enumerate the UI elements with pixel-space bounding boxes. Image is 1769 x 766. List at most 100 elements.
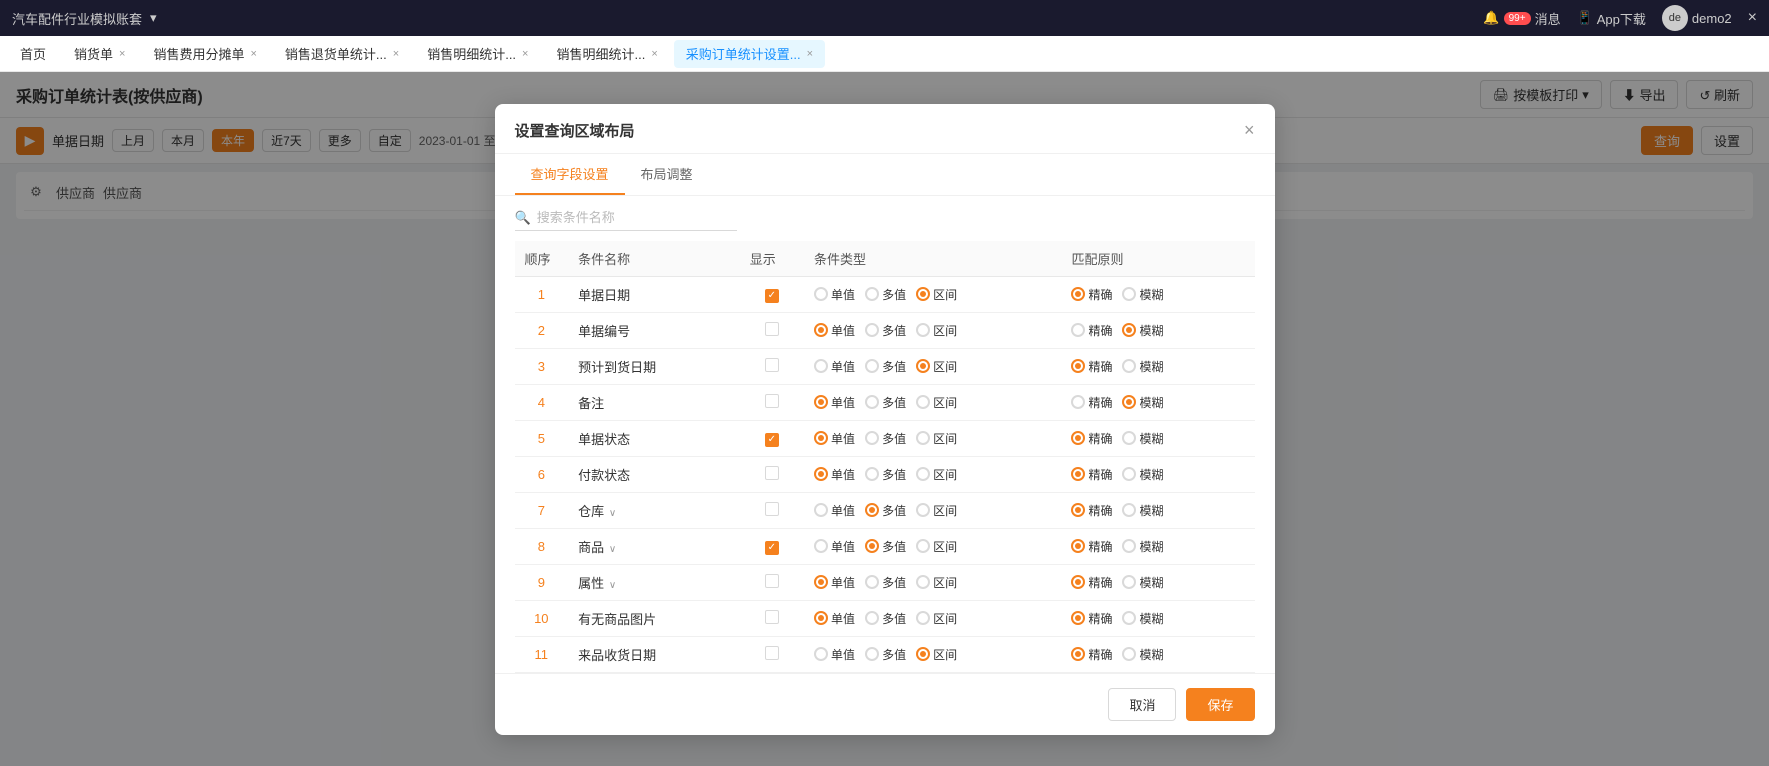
tab-cost[interactable]: 销售费用分摊单 × bbox=[141, 40, 268, 68]
show-checkbox[interactable] bbox=[765, 466, 779, 480]
match-radio-item[interactable]: 精确 bbox=[1071, 394, 1112, 411]
type-radio-item[interactable]: 多值 bbox=[865, 574, 906, 591]
match-radio-item[interactable]: 模糊 bbox=[1122, 502, 1163, 519]
type-radio-item[interactable]: 区间 bbox=[916, 466, 957, 483]
tab-cost-close[interactable]: × bbox=[250, 48, 256, 60]
search-input[interactable] bbox=[537, 210, 737, 225]
match-radio-item[interactable]: 模糊 bbox=[1122, 394, 1163, 411]
show-checkbox[interactable] bbox=[765, 289, 779, 303]
show-checkbox[interactable] bbox=[765, 610, 779, 624]
type-radio-item[interactable]: 单值 bbox=[814, 574, 855, 591]
dialog-tab-fields[interactable]: 查询字段设置 bbox=[515, 154, 625, 195]
cell-show[interactable] bbox=[740, 276, 804, 312]
tab-purchase[interactable]: 采购订单统计设置... × bbox=[674, 40, 825, 68]
save-btn[interactable]: 保存 bbox=[1186, 688, 1254, 721]
type-radio-item[interactable]: 区间 bbox=[916, 286, 957, 303]
cell-show[interactable] bbox=[740, 312, 804, 348]
show-checkbox[interactable] bbox=[765, 433, 779, 447]
match-radio-item[interactable]: 精确 bbox=[1071, 502, 1112, 519]
cell-show[interactable] bbox=[740, 420, 804, 456]
type-radio-item[interactable]: 多值 bbox=[865, 358, 906, 375]
show-checkbox[interactable] bbox=[765, 394, 779, 408]
type-radio-item[interactable]: 区间 bbox=[916, 502, 957, 519]
type-radio-item[interactable]: 单值 bbox=[814, 430, 855, 447]
match-radio-item[interactable]: 模糊 bbox=[1122, 574, 1163, 591]
match-radio-item[interactable]: 模糊 bbox=[1122, 286, 1163, 303]
type-radio-item[interactable]: 区间 bbox=[916, 358, 957, 375]
type-radio-item[interactable]: 多值 bbox=[865, 394, 906, 411]
tab-sales-detail[interactable]: 销售明细统计... × bbox=[415, 40, 540, 68]
user-area[interactable]: de demo2 bbox=[1662, 5, 1732, 31]
match-radio-item[interactable]: 精确 bbox=[1071, 646, 1112, 663]
type-radio-item[interactable]: 单值 bbox=[814, 646, 855, 663]
notification-btn[interactable]: 🔔 99+ 消息 bbox=[1483, 9, 1560, 28]
topbar-close-btn[interactable]: × bbox=[1748, 9, 1757, 27]
type-radio-item[interactable]: 区间 bbox=[916, 646, 957, 663]
type-radio-item[interactable]: 区间 bbox=[916, 538, 957, 555]
match-radio-item[interactable]: 模糊 bbox=[1122, 538, 1163, 555]
type-radio-item[interactable]: 多值 bbox=[865, 322, 906, 339]
tab-sales-detail-close[interactable]: × bbox=[522, 48, 528, 60]
match-radio-item[interactable]: 模糊 bbox=[1122, 322, 1163, 339]
show-checkbox[interactable] bbox=[765, 322, 779, 336]
type-radio-item[interactable]: 区间 bbox=[916, 430, 957, 447]
cell-show[interactable] bbox=[740, 456, 804, 492]
match-radio-item[interactable]: 精确 bbox=[1071, 466, 1112, 483]
match-radio-item[interactable]: 精确 bbox=[1071, 358, 1112, 375]
type-radio-item[interactable]: 多值 bbox=[865, 502, 906, 519]
app-dropdown-icon[interactable]: ▾ bbox=[150, 10, 157, 26]
cell-show[interactable] bbox=[740, 528, 804, 564]
tab-home[interactable]: 首页 bbox=[8, 40, 58, 68]
tab-sales-return-close[interactable]: × bbox=[393, 48, 399, 60]
match-radio-item[interactable]: 模糊 bbox=[1122, 358, 1163, 375]
type-radio-item[interactable]: 单值 bbox=[814, 538, 855, 555]
type-radio-item[interactable]: 单值 bbox=[814, 358, 855, 375]
show-checkbox[interactable] bbox=[765, 646, 779, 660]
cell-show[interactable] bbox=[740, 636, 804, 672]
type-radio-item[interactable]: 区间 bbox=[916, 574, 957, 591]
cell-show[interactable] bbox=[740, 600, 804, 636]
cancel-btn[interactable]: 取消 bbox=[1108, 688, 1176, 721]
type-radio-item[interactable]: 单值 bbox=[814, 322, 855, 339]
tab-sales-detail2[interactable]: 销售明细统计... × bbox=[544, 40, 669, 68]
tab-sales-return[interactable]: 销售退货单统计... × bbox=[273, 40, 411, 68]
type-radio-item[interactable]: 区间 bbox=[916, 394, 957, 411]
type-radio-item[interactable]: 单值 bbox=[814, 394, 855, 411]
match-radio-item[interactable]: 精确 bbox=[1071, 574, 1112, 591]
cell-show[interactable] bbox=[740, 492, 804, 528]
dialog-tab-layout[interactable]: 布局调整 bbox=[625, 154, 709, 195]
type-radio-item[interactable]: 多值 bbox=[865, 466, 906, 483]
type-radio-item[interactable]: 单值 bbox=[814, 466, 855, 483]
show-checkbox[interactable] bbox=[765, 541, 779, 555]
tab-purchase-close[interactable]: × bbox=[807, 48, 813, 60]
cell-show[interactable] bbox=[740, 384, 804, 420]
match-radio-item[interactable]: 精确 bbox=[1071, 430, 1112, 447]
show-checkbox[interactable] bbox=[765, 574, 779, 588]
type-radio-item[interactable]: 单值 bbox=[814, 502, 855, 519]
type-radio-item[interactable]: 区间 bbox=[916, 610, 957, 627]
match-radio-item[interactable]: 模糊 bbox=[1122, 610, 1163, 627]
match-radio-item[interactable]: 模糊 bbox=[1122, 466, 1163, 483]
show-checkbox[interactable] bbox=[765, 358, 779, 372]
match-radio-item[interactable]: 精确 bbox=[1071, 610, 1112, 627]
match-radio-item[interactable]: 模糊 bbox=[1122, 430, 1163, 447]
match-radio-item[interactable]: 精确 bbox=[1071, 322, 1112, 339]
type-radio-item[interactable]: 多值 bbox=[865, 538, 906, 555]
show-checkbox[interactable] bbox=[765, 502, 779, 516]
download-btn[interactable]: 📱 App下载 bbox=[1577, 9, 1646, 28]
type-radio-item[interactable]: 多值 bbox=[865, 430, 906, 447]
tab-sales-close[interactable]: × bbox=[119, 48, 125, 60]
type-radio-item[interactable]: 多值 bbox=[865, 646, 906, 663]
cell-show[interactable] bbox=[740, 564, 804, 600]
dialog-close-btn[interactable]: × bbox=[1244, 121, 1255, 139]
match-radio-item[interactable]: 精确 bbox=[1071, 286, 1112, 303]
tab-sales-detail2-close[interactable]: × bbox=[651, 48, 657, 60]
type-radio-item[interactable]: 多值 bbox=[865, 610, 906, 627]
match-radio-item[interactable]: 模糊 bbox=[1122, 646, 1163, 663]
type-radio-item[interactable]: 多值 bbox=[865, 286, 906, 303]
type-radio-item[interactable]: 区间 bbox=[916, 322, 957, 339]
match-radio-item[interactable]: 精确 bbox=[1071, 538, 1112, 555]
tab-sales[interactable]: 销货单 × bbox=[62, 40, 137, 68]
cell-show[interactable] bbox=[740, 348, 804, 384]
type-radio-item[interactable]: 单值 bbox=[814, 286, 855, 303]
